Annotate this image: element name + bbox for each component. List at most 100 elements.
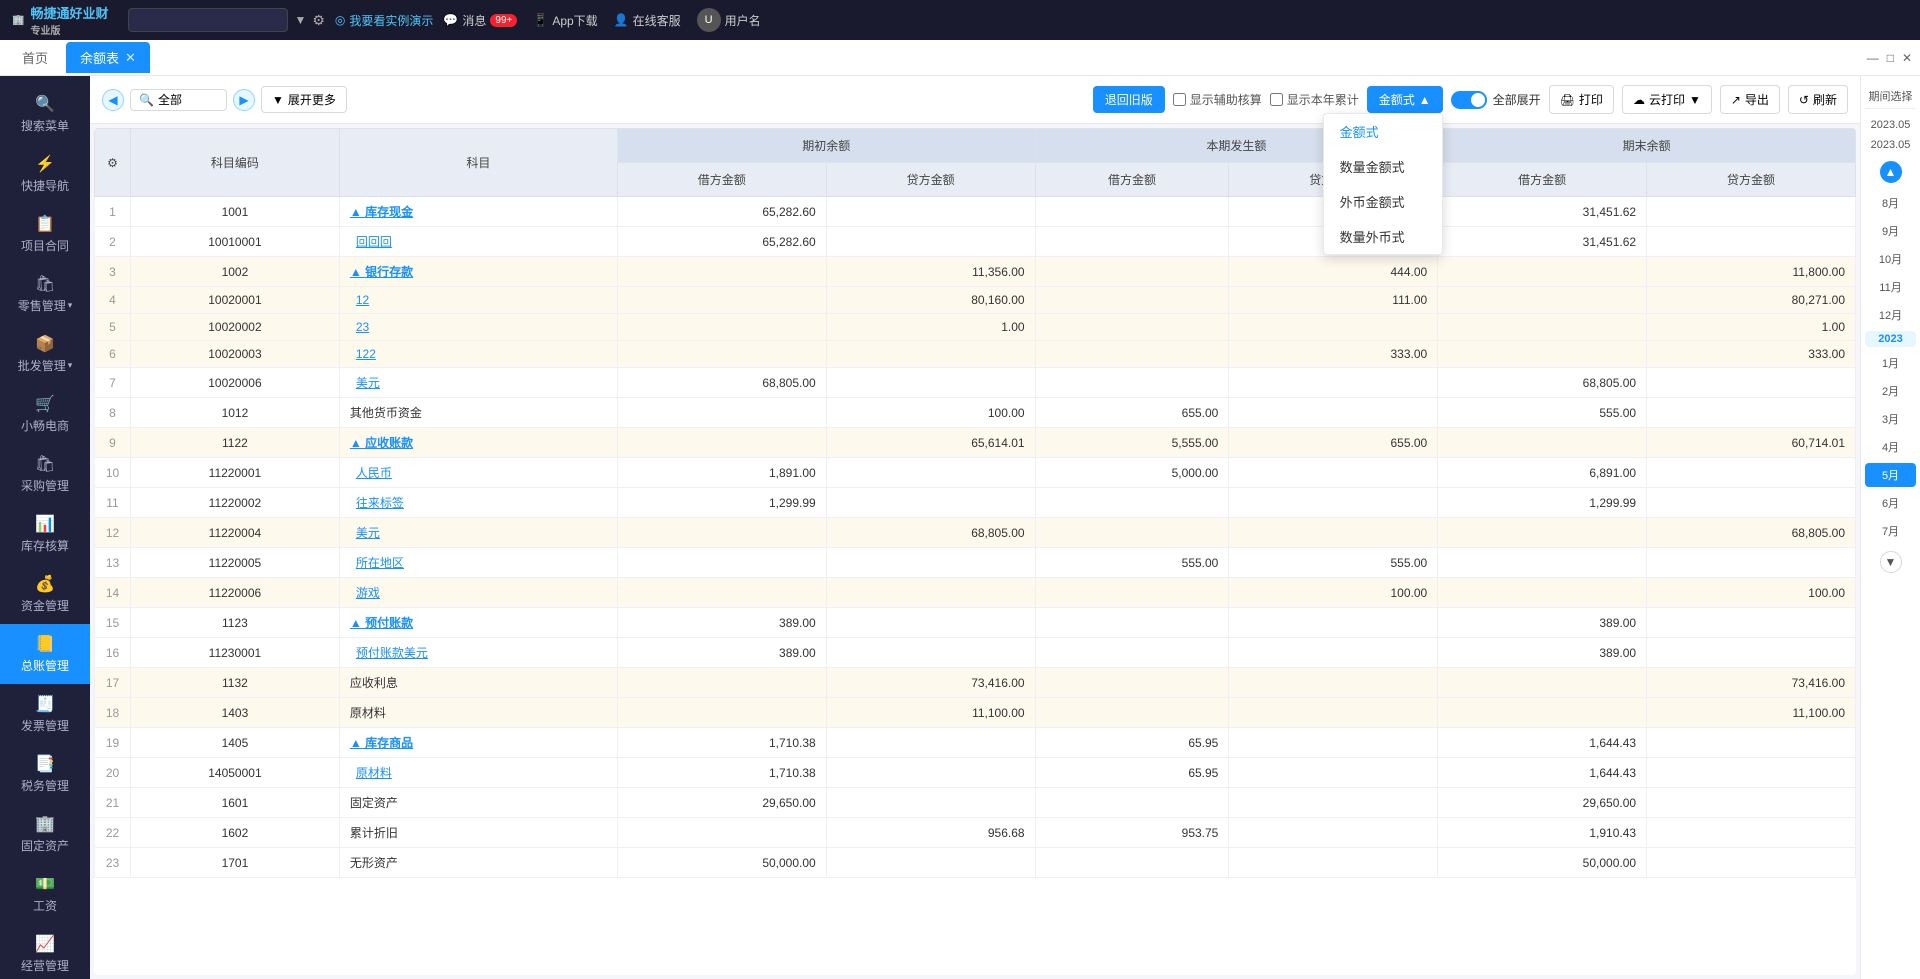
sidebar-item-tax[interactable]: 📑 税务管理 [0,744,90,804]
show-auxiliary-label[interactable]: 显示辅助核算 [1173,91,1262,108]
sidebar-item-quick-nav[interactable]: ⚡ 快捷导航 [0,144,90,204]
account-name[interactable]: 人民币 [339,458,617,488]
online-service-btn[interactable]: 👤 在线客服 [614,12,681,29]
user-avatar[interactable]: U 用户名 [697,8,761,32]
sidebar-item-fixed-assets[interactable]: 🏢 固定资产 [0,804,90,864]
account-name[interactable]: 游戏 [339,578,617,608]
tab-home[interactable]: 首页 [8,42,62,73]
minimize-btn[interactable]: — [1867,51,1879,65]
demo-link[interactable]: ◎ 我要看实例演示 [335,12,434,29]
ob-debit [617,668,826,698]
dropdown-foreign-amount[interactable]: 外币金额式 [1324,184,1442,219]
tab-balance[interactable]: 余额表 ✕ [66,42,150,73]
export-btn[interactable]: ↗ 导出 [1720,85,1780,114]
sidebar-item-ecommerce[interactable]: 🛒 小畅电商 [0,384,90,444]
show-annual-label[interactable]: 显示本年累计 [1270,91,1359,108]
settings-col[interactable]: ⚙ [95,129,131,197]
pd-credit [1229,668,1438,698]
account-name[interactable]: 应收利息 [339,668,617,698]
sidebar-item-finance[interactable]: 💰 资金管理 [0,564,90,624]
account-name[interactable]: 12 [339,287,617,314]
account-name[interactable]: 其他货币资金 [339,398,617,428]
month-4[interactable]: 4月 [1865,435,1916,459]
search-input[interactable] [158,93,218,107]
dropdown-quantity-amount[interactable]: 数量金额式 [1324,149,1442,184]
print-btn[interactable]: 🖨 打印 [1549,85,1614,114]
sidebar-item-inventory[interactable]: 📊 库存核算 [0,504,90,564]
sidebar-item-project[interactable]: 📋 项目合同 [0,204,90,264]
ob-credit [826,608,1035,638]
app-version: 专业版 [30,22,108,37]
account-name[interactable]: 所在地区 [339,548,617,578]
dropdown-quantity-foreign[interactable]: 数量外币式 [1324,219,1442,254]
expand-more-btn[interactable]: ▼ 展开更多 [261,86,347,113]
refresh-icon: ↺ [1799,93,1809,107]
account-name[interactable]: ▲ 银行存款 [339,257,617,287]
message-btn[interactable]: 💬 消息 99+ [443,12,517,29]
account-name[interactable]: ▲ 预付账款 [339,608,617,638]
account-name[interactable]: 预付账款美元 [339,638,617,668]
balance-table: ⚙ 科目编码 科目 期初余额 本期发生额 期末余额 借方金额 贷方金额 借方金额… [94,128,1856,878]
settings-icon[interactable]: ⚙ [312,12,325,29]
month-3[interactable]: 3月 [1865,407,1916,431]
refresh-btn[interactable]: ↺ 刷新 [1788,85,1848,114]
sidebar-item-purchase[interactable]: 🛍 采购管理 [0,444,90,504]
month-7[interactable]: 7月 [1865,519,1916,543]
dropdown-amount[interactable]: 金额式 [1324,114,1442,149]
sidebar-item-operations[interactable]: 📈 经营管理 [0,924,90,979]
ob-debit [617,578,826,608]
account-name[interactable]: 美元 [339,368,617,398]
table-settings-icon[interactable]: ⚙ [107,156,118,170]
month-6[interactable]: 6月 [1865,491,1916,515]
app-download-btn[interactable]: 📱 App下载 [533,12,597,29]
account-name[interactable]: ▲ 库存商品 [339,728,617,758]
general-ledger-icon: 📒 [35,634,55,654]
month-5[interactable]: 5月 [1865,463,1916,487]
account-name[interactable]: 原材料 [339,698,617,728]
sidebar-item-general-ledger[interactable]: 📒 总账管理 [0,624,90,684]
month-9[interactable]: 9月 [1865,219,1916,243]
account-name[interactable]: 累计折旧 [339,818,617,848]
month-2[interactable]: 2月 [1865,379,1916,403]
show-auxiliary-checkbox[interactable] [1173,93,1186,106]
account-name[interactable]: 原材料 [339,758,617,788]
scroll-down-btn[interactable]: ▼ [1880,551,1902,573]
month-1[interactable]: 1月 [1865,351,1916,375]
sidebar-item-wholesale[interactable]: 📦 批发管理 ▾ [0,324,90,384]
cloud-print-btn[interactable]: ☁ 云打印 ▼ [1622,85,1712,114]
show-annual-checkbox[interactable] [1270,93,1283,106]
pd-debit [1035,638,1229,668]
expand-all-toggle[interactable]: 全部展开 [1451,91,1541,109]
table-row: 23 1701 无形资产 50,000.00 50,000.00 [95,848,1856,878]
month-11[interactable]: 11月 [1865,275,1916,299]
account-name[interactable]: 无形资产 [339,848,617,878]
return-old-btn[interactable]: 退回旧版 [1093,86,1165,113]
nav-prev-btn[interactable]: ◀ [102,89,124,111]
expand-all-switch[interactable] [1451,91,1487,109]
sidebar-item-invoice[interactable]: 🧾 发票管理 [0,684,90,744]
month-8[interactable]: 8月 [1865,191,1916,215]
account-name[interactable]: 固定资产 [339,788,617,818]
sidebar-item-search[interactable]: 🔍 搜索菜单 [0,84,90,144]
account-name[interactable]: 122 [339,341,617,368]
account-name[interactable]: 美元 [339,518,617,548]
month-12[interactable]: 12月 [1865,303,1916,327]
sidebar-item-payroll[interactable]: 💵 工资 [0,864,90,924]
account-code: 1602 [131,818,340,848]
account-name[interactable]: ▲ 库存现金 [339,197,617,227]
sidebar-item-retail[interactable]: 🛍 零售管理 ▾ [0,264,90,324]
amount-style-btn[interactable]: 金额式 ▲ [1367,86,1443,113]
account-name[interactable]: ▲ 应收账款 [339,428,617,458]
maximize-btn[interactable]: □ [1887,51,1894,65]
amount-style-dropdown[interactable]: 金额式 ▲ 金额式 数量金额式 外币金额式 数量外币式 [1367,86,1443,113]
nav-next-btn[interactable]: ▶ [233,89,255,111]
account-name[interactable]: 23 [339,314,617,341]
tab-close-balance[interactable]: ✕ [125,50,136,66]
account-name[interactable]: 回回回 [339,227,617,257]
close-btn[interactable]: ✕ [1902,51,1912,65]
cb-credit [1647,638,1856,668]
account-name[interactable]: 往来标签 [339,488,617,518]
month-10[interactable]: 10月 [1865,247,1916,271]
dropdown-arrow[interactable]: ▼ [294,13,306,27]
scroll-up-btn[interactable]: ▲ [1880,161,1902,183]
